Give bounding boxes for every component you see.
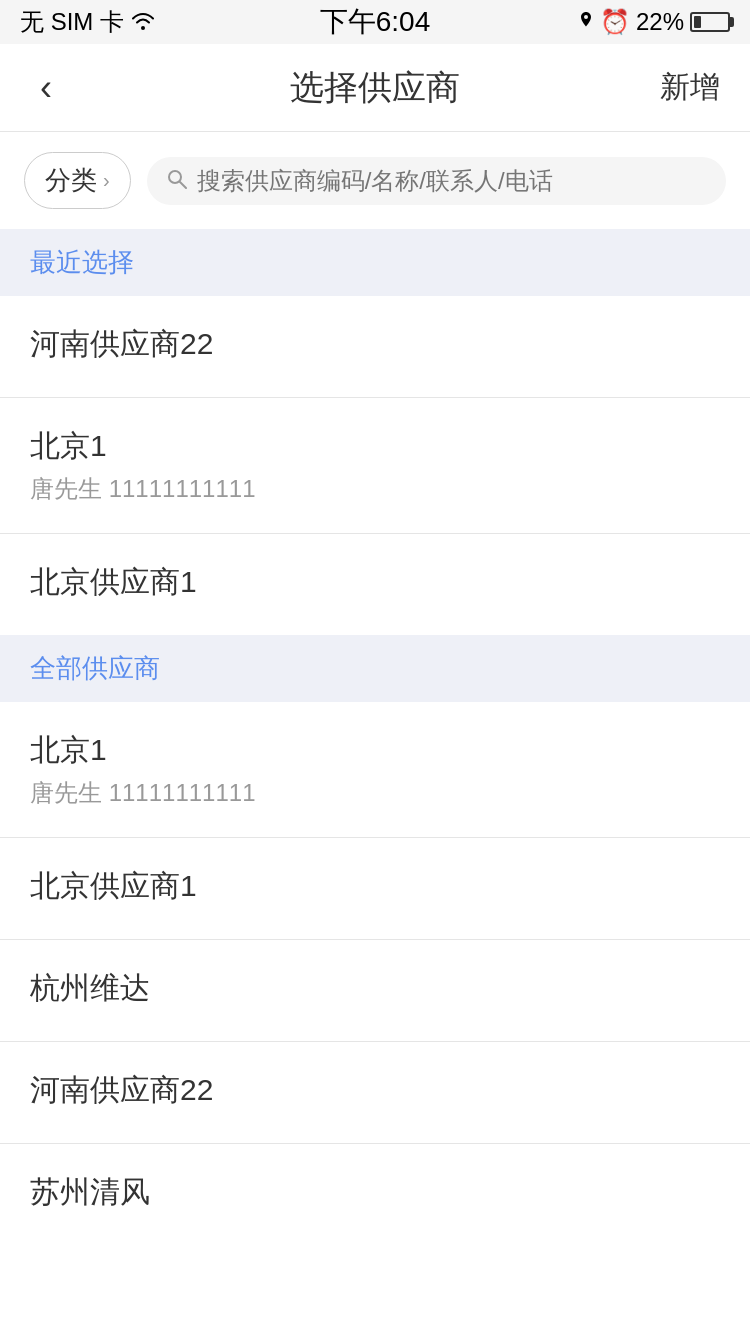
- item-name: 北京供应商1: [30, 562, 720, 603]
- search-input[interactable]: [197, 167, 706, 195]
- recent-item-1[interactable]: 北京1 唐先生 11111111111: [0, 398, 750, 534]
- status-right: ⏰ 22%: [578, 8, 730, 36]
- item-name: 苏州清风: [30, 1172, 720, 1213]
- all-section-header: 全部供应商: [0, 635, 750, 702]
- recent-item-0[interactable]: 河南供应商22: [0, 296, 750, 398]
- recent-section-header: 最近选择: [0, 229, 750, 296]
- category-button[interactable]: 分类 ›: [24, 152, 131, 209]
- all-item-3[interactable]: 河南供应商22: [0, 1042, 750, 1144]
- item-sub: 唐先生 11111111111: [30, 777, 720, 809]
- search-icon: [167, 167, 187, 195]
- nav-bar: ‹ 选择供应商 新增: [0, 44, 750, 132]
- item-name: 河南供应商22: [30, 324, 720, 365]
- all-item-4[interactable]: 苏州清风: [0, 1144, 750, 1245]
- add-button[interactable]: 新增: [660, 67, 720, 108]
- battery-icon: [690, 12, 730, 32]
- status-left: 无 SIM 卡: [20, 6, 154, 38]
- page-title: 选择供应商: [290, 65, 460, 111]
- carrier-text: 无 SIM 卡: [20, 6, 124, 38]
- item-name: 北京1: [30, 730, 720, 771]
- filter-bar: 分类 ›: [0, 132, 750, 229]
- item-sub: 唐先生 11111111111: [30, 473, 720, 505]
- alarm-icon: ⏰: [600, 8, 630, 36]
- status-bar: 无 SIM 卡 下午6:04 ⏰ 22%: [0, 0, 750, 44]
- svg-line-1: [180, 182, 186, 188]
- all-item-2[interactable]: 杭州维达: [0, 940, 750, 1042]
- location-icon: [578, 8, 594, 36]
- item-name: 北京供应商1: [30, 866, 720, 907]
- item-name: 北京1: [30, 426, 720, 467]
- all-items-list: 北京1 唐先生 11111111111 北京供应商1 杭州维达 河南供应商22 …: [0, 702, 750, 1245]
- recent-item-2[interactable]: 北京供应商1: [0, 534, 750, 635]
- all-item-0[interactable]: 北京1 唐先生 11111111111: [0, 702, 750, 838]
- item-name: 河南供应商22: [30, 1070, 720, 1111]
- wifi-icon: [132, 8, 154, 36]
- status-time: 下午6:04: [320, 3, 431, 41]
- svg-point-0: [169, 171, 181, 183]
- recent-section-title: 最近选择: [30, 247, 134, 277]
- all-section-title: 全部供应商: [30, 653, 160, 683]
- chevron-right-icon: ›: [103, 169, 110, 192]
- back-button[interactable]: ‹: [30, 57, 62, 119]
- item-name: 杭州维达: [30, 968, 720, 1009]
- recent-items-list: 河南供应商22 北京1 唐先生 11111111111 北京供应商1: [0, 296, 750, 635]
- battery-text: 22%: [636, 8, 684, 36]
- all-item-1[interactable]: 北京供应商1: [0, 838, 750, 940]
- category-label: 分类: [45, 163, 97, 198]
- search-box: [147, 157, 726, 205]
